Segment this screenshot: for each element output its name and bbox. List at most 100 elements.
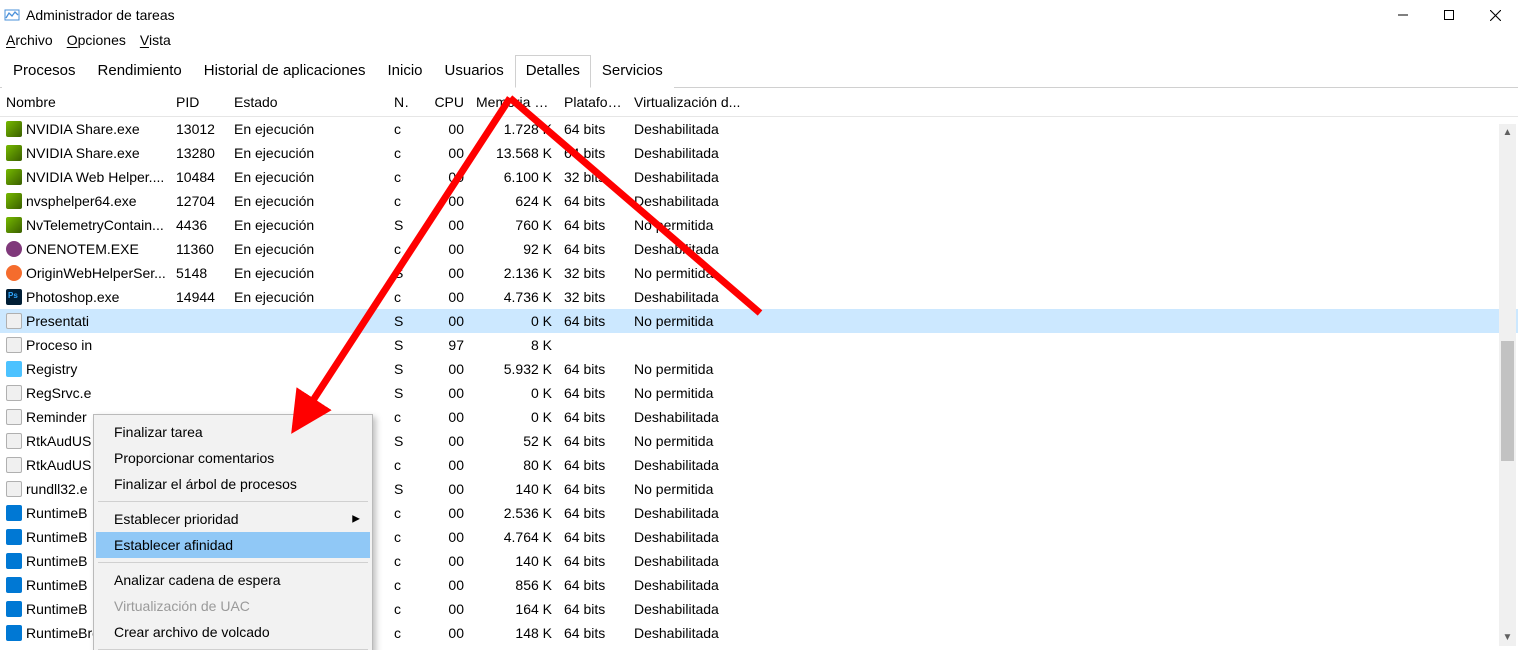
scroll-track[interactable]: [1499, 141, 1516, 629]
process-name: RuntimeB: [26, 601, 87, 617]
tab-strip: ProcesosRendimientoHistorial de aplicaci…: [0, 54, 1518, 88]
cell-virt: Deshabilitada: [628, 621, 748, 645]
process-name: Reminder: [26, 409, 87, 425]
tab-historial-de-aplicaciones[interactable]: Historial de aplicaciones: [193, 55, 377, 88]
cell-n2: S: [388, 381, 410, 405]
cell-virt: No permitida: [628, 357, 748, 381]
menu-rchivo[interactable]: Archivo: [6, 32, 53, 48]
cell-mem: 8 K: [470, 333, 558, 357]
table-row[interactable]: nvsphelper64.exe12704En ejecuciónc00624 …: [0, 189, 1518, 213]
tab-servicios[interactable]: Servicios: [591, 55, 674, 88]
process-icon: [6, 625, 22, 641]
tab-procesos[interactable]: Procesos: [2, 55, 87, 88]
cell-mem: 140 K: [470, 549, 558, 573]
cell-mem: 6.100 K: [470, 165, 558, 189]
table-row[interactable]: RegSrvc.eS000 K64 bitsNo permitida: [0, 381, 1518, 405]
menubar: Archivo Opciones Vista: [0, 30, 1518, 54]
tab-rendimiento[interactable]: Rendimiento: [87, 55, 193, 88]
cell-cpu: 00: [410, 573, 470, 597]
context-menu-item[interactable]: Finalizar el árbol de procesos: [96, 471, 370, 497]
context-menu-item[interactable]: Proporcionar comentarios: [96, 445, 370, 471]
process-icon: [6, 505, 22, 521]
cell-mem: 4.736 K: [470, 285, 558, 309]
scroll-up-arrow-icon[interactable]: ▲: [1499, 124, 1516, 141]
cell-pid: [170, 309, 228, 333]
process-icon: [6, 481, 22, 497]
minimize-button[interactable]: [1380, 0, 1426, 30]
cell-plat: 32 bits: [558, 165, 628, 189]
tab-detalles[interactable]: Detalles: [515, 55, 591, 88]
table-row[interactable]: PresentatiS000 K64 bitsNo permitida: [0, 309, 1518, 333]
table-row[interactable]: OriginWebHelperSer...5148En ejecuciónS00…: [0, 261, 1518, 285]
context-menu-item[interactable]: Finalizar tarea: [96, 419, 370, 445]
cell-plat: 32 bits: [558, 285, 628, 309]
process-icon: [6, 289, 22, 305]
table-row[interactable]: RegistryS005.932 K64 bitsNo permitida: [0, 357, 1518, 381]
process-name: Photoshop.exe: [26, 289, 119, 305]
cell-virt: No permitida: [628, 429, 748, 453]
cell-virt: Deshabilitada: [628, 165, 748, 189]
tab-usuarios[interactable]: Usuarios: [434, 55, 515, 88]
context-menu-item[interactable]: Establecer prioridad▶: [96, 506, 370, 532]
cell-cpu: 00: [410, 501, 470, 525]
menu-ista[interactable]: Vista: [140, 32, 171, 48]
col-n2[interactable]: N: [388, 88, 410, 117]
col-plat[interactable]: Plataforr...: [558, 88, 628, 117]
cell-n2: c: [388, 597, 410, 621]
cell-cpu: 00: [410, 525, 470, 549]
cell-estado: [228, 381, 388, 405]
context-menu-item[interactable]: Analizar cadena de espera: [96, 567, 370, 593]
close-button[interactable]: [1472, 0, 1518, 30]
col-estado[interactable]: Estado: [228, 88, 388, 117]
table-row[interactable]: NvTelemetryContain...4436En ejecuciónS00…: [0, 213, 1518, 237]
process-name: OriginWebHelperSer...: [26, 265, 166, 281]
cell-cpu: 00: [410, 141, 470, 165]
cell-plat: 64 bits: [558, 429, 628, 453]
cell-n2: c: [388, 621, 410, 645]
table-row[interactable]: NVIDIA Web Helper....10484En ejecuciónc0…: [0, 165, 1518, 189]
process-icon: [6, 241, 22, 257]
process-icon: [6, 193, 22, 209]
scroll-thumb[interactable]: [1501, 341, 1514, 461]
context-menu: Finalizar tareaProporcionar comentariosF…: [93, 414, 373, 650]
vertical-scrollbar[interactable]: ▲ ▼: [1499, 124, 1516, 646]
cell-pid: 13012: [170, 117, 228, 141]
col-nombre[interactable]: Nombre: [0, 88, 170, 117]
scroll-down-arrow-icon[interactable]: ▼: [1499, 629, 1516, 646]
cell-estado: [228, 309, 388, 333]
cell-mem: 2.536 K: [470, 501, 558, 525]
cell-pid: [170, 381, 228, 405]
tab-inicio[interactable]: Inicio: [377, 55, 434, 88]
titlebar: Administrador de tareas: [0, 0, 1518, 30]
col-cpu[interactable]: CPU: [410, 88, 470, 117]
col-virt[interactable]: Virtualización d...: [628, 88, 748, 117]
table-row[interactable]: NVIDIA Share.exe13280En ejecuciónc0013.5…: [0, 141, 1518, 165]
cell-cpu: 00: [410, 309, 470, 333]
process-icon: [6, 313, 22, 329]
cell-n2: c: [388, 189, 410, 213]
cell-mem: 1.728 K: [470, 117, 558, 141]
col-pid[interactable]: PID: [170, 88, 228, 117]
process-name: Proceso in: [26, 337, 92, 353]
cell-plat: 64 bits: [558, 597, 628, 621]
cell-cpu: 00: [410, 165, 470, 189]
col-mem[interactable]: Memoria (e...: [470, 88, 558, 117]
context-menu-item[interactable]: Establecer afinidad: [96, 532, 370, 558]
table-row[interactable]: NVIDIA Share.exe13012En ejecuciónc001.72…: [0, 117, 1518, 141]
cell-cpu: 00: [410, 381, 470, 405]
process-name: NVIDIA Share.exe: [26, 145, 140, 161]
context-menu-item[interactable]: Crear archivo de volcado: [96, 619, 370, 645]
process-name: ONENOTEM.EXE: [26, 241, 139, 257]
cell-pid: 14944: [170, 285, 228, 309]
cell-mem: 856 K: [470, 573, 558, 597]
table-row[interactable]: Photoshop.exe14944En ejecuciónc004.736 K…: [0, 285, 1518, 309]
process-icon: [6, 601, 22, 617]
table-row[interactable]: ONENOTEM.EXE11360En ejecuciónc0092 K64 b…: [0, 237, 1518, 261]
menu-pciones[interactable]: Opciones: [67, 32, 126, 48]
cell-estado: En ejecución: [228, 165, 388, 189]
cell-n2: c: [388, 549, 410, 573]
maximize-button[interactable]: [1426, 0, 1472, 30]
cell-virt: Deshabilitada: [628, 573, 748, 597]
cell-estado: En ejecución: [228, 189, 388, 213]
table-row[interactable]: Proceso inS978 K: [0, 333, 1518, 357]
